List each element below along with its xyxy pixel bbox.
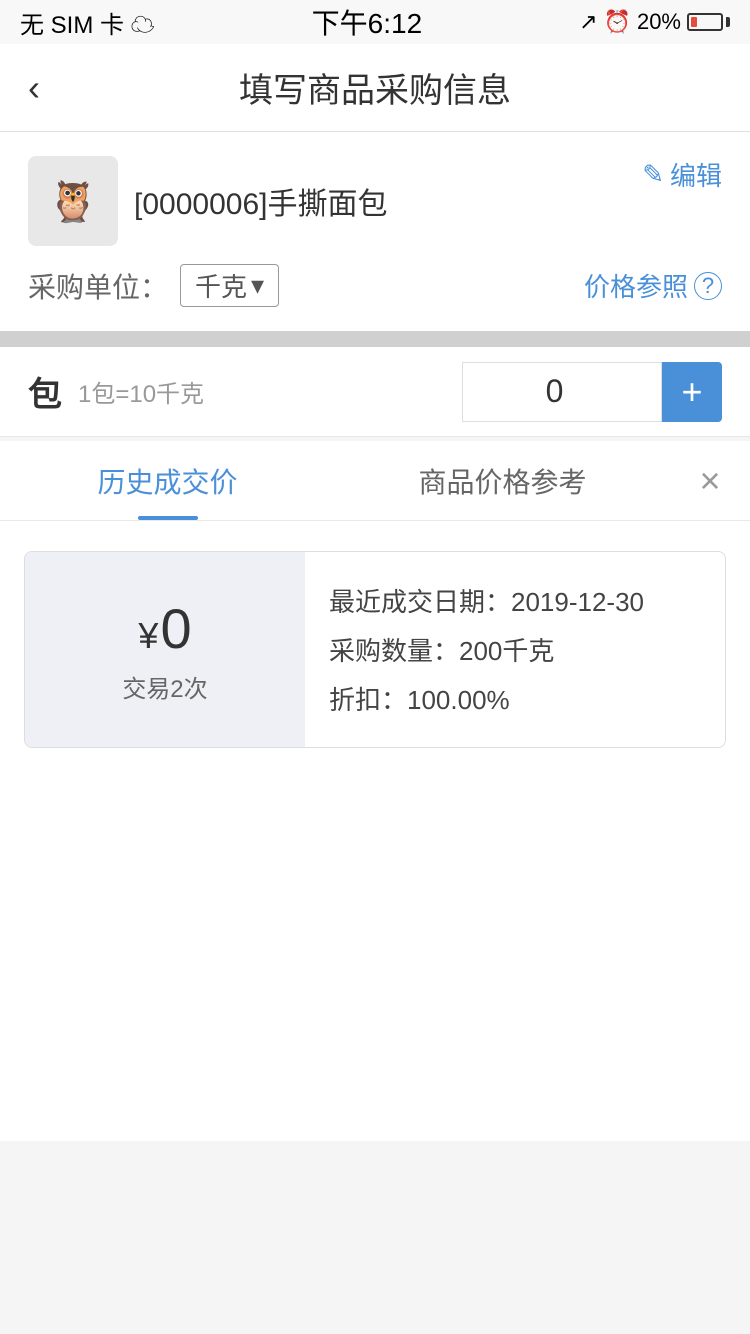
status-left: 无 SIM 卡 ☁ [20,5,155,40]
currency-symbol: ¥ [138,615,158,656]
purchase-quantity: 采购数量：200千克 [329,631,701,668]
status-bar: 无 SIM 卡 ☁ 下午6:12 ↗ ⏰ 20% [0,0,750,44]
tab-product-price-ref[interactable]: 商品价格参考 [335,441,670,520]
price-right-panel: 最近成交日期：2019-12-30 采购数量：200千克 折扣：100.00% [305,552,725,747]
dropdown-icon: ▾ [251,270,264,301]
nav-icon: ↗ [579,9,597,35]
recent-date: 最近成交日期：2019-12-30 [329,582,701,619]
quantity-input[interactable] [462,362,662,422]
status-time: 下午6:12 [312,2,423,42]
page-title: 填写商品采购信息 [239,63,511,112]
trade-count: 交易2次 [122,669,207,704]
product-image: 🦉 [28,156,118,246]
price-left-panel: ¥0 交易2次 [25,552,305,747]
unit-row: 采购单位： 千克 ▾ [28,264,279,307]
edit-icon: ✎ [642,159,664,190]
status-right: ↗ ⏰ 20% [579,9,730,35]
quantity-unit: 包 [28,367,62,416]
quantity-plus-button[interactable]: + [662,362,722,422]
sim-status: 无 SIM 卡 ☁ [20,5,155,40]
product-card: 🦉 [0000006]手撕面包 ✎ 编辑 采购单位： 千克 ▾ 价格参照 ? [0,132,750,331]
header: ‹ 填写商品采购信息 [0,44,750,132]
tab-active-indicator [138,516,198,520]
quantity-row: 包 1包=10千克 + [0,347,750,437]
tabs-section: 历史成交价 商品价格参考 × ¥0 交易2次 最近成交日期：2019-12-30… [0,441,750,748]
price-reference-button[interactable]: 价格参照 ? [584,267,722,304]
quantity-hint: 1包=10千克 [78,374,204,409]
section-divider [0,331,750,347]
price-amount: ¥0 [138,596,191,661]
tabs-header: 历史成交价 商品价格参考 × [0,441,750,521]
battery-percent: 20% [637,9,681,35]
main-content: 历史成交价 商品价格参考 × ¥0 交易2次 最近成交日期：2019-12-30… [0,441,750,1141]
product-thumbnail-icon: 🦉 [48,178,98,225]
tab-history-price[interactable]: 历史成交价 [0,441,335,520]
help-icon: ? [694,272,722,300]
battery-icon [687,13,730,31]
unit-selector[interactable]: 千克 ▾ [180,264,279,307]
price-card: ¥0 交易2次 最近成交日期：2019-12-30 采购数量：200千克 折扣：… [24,551,726,748]
edit-button[interactable]: ✎ 编辑 [642,156,722,193]
back-button[interactable]: ‹ [28,67,40,109]
tab-close-button[interactable]: × [670,460,750,502]
product-name: [0000006]手撕面包 [134,179,387,223]
discount: 折扣：100.00% [329,680,701,717]
unit-label: 采购单位： [28,266,168,306]
quantity-input-group: + [462,362,722,422]
alarm-icon: ⏰ [604,9,631,35]
